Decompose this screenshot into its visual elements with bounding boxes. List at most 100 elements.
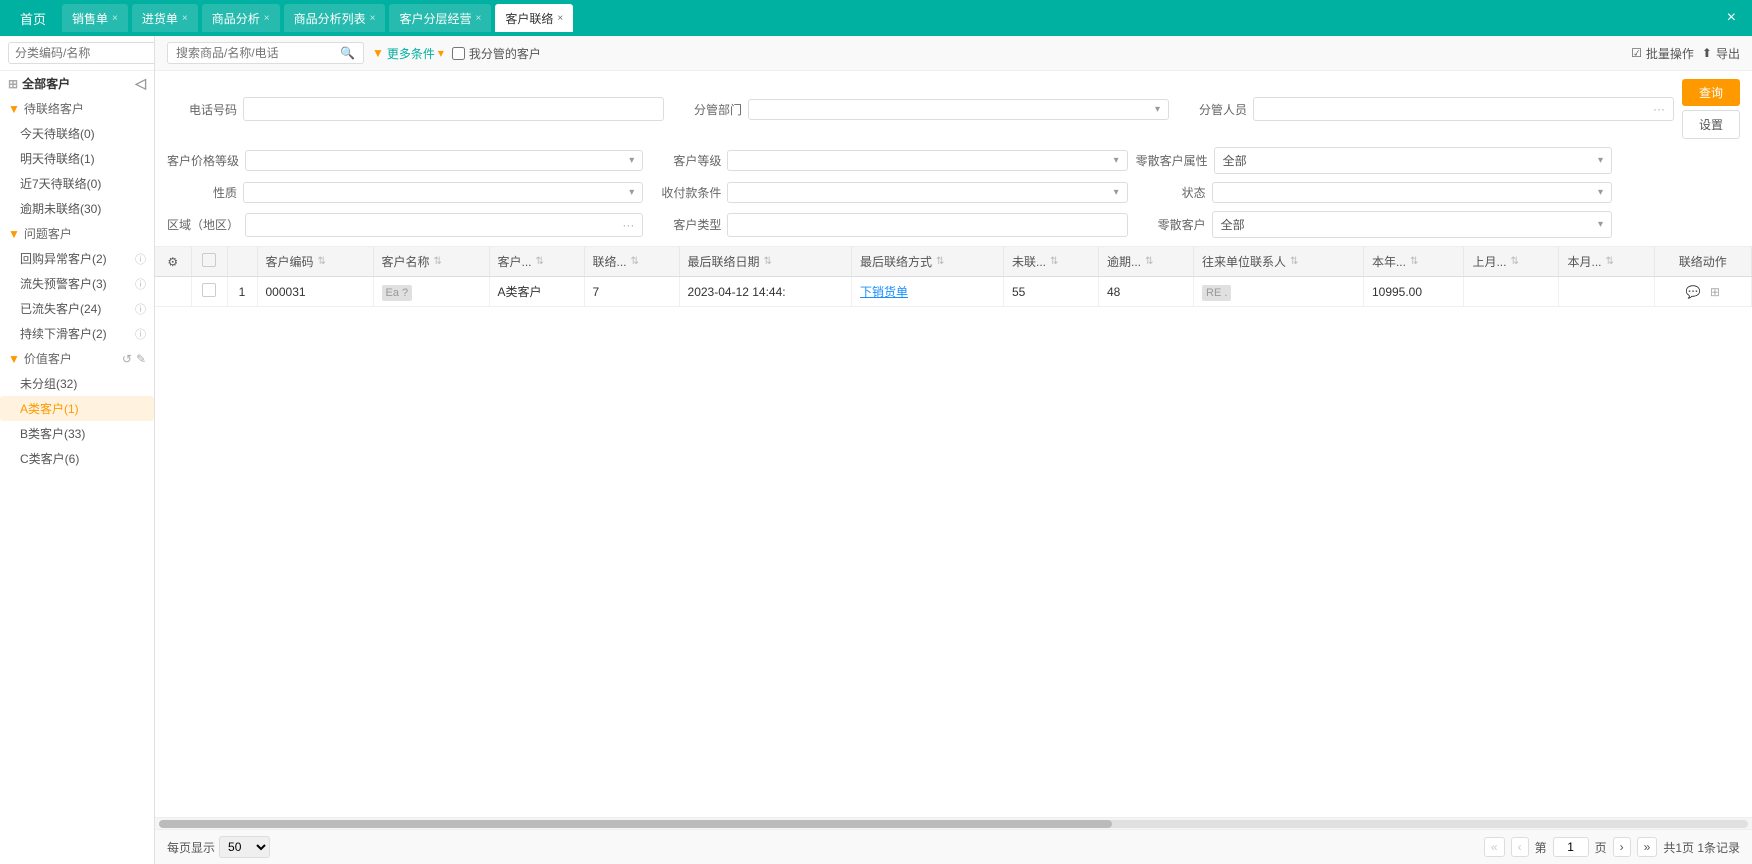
scrollbar-thumb[interactable] — [159, 820, 1112, 828]
nav-tab-customer-tier[interactable]: 客户分层经营 × — [389, 4, 491, 32]
adv-select-price-level[interactable]: ▾ — [245, 150, 643, 171]
nav-tab-customer-contact[interactable]: 客户联络 × — [495, 4, 573, 32]
sidebar-search-input[interactable] — [8, 42, 155, 64]
th-check[interactable] — [191, 247, 227, 277]
sidebar-item-class-c[interactable]: C类客户(6) — [0, 446, 154, 471]
adv-input-phone[interactable] — [243, 97, 664, 121]
adv-select-cust-level[interactable]: ▾ — [727, 150, 1127, 171]
adv-input-cust-type[interactable] — [727, 213, 1127, 237]
th-contact[interactable]: 联络... ⇅ — [584, 247, 679, 277]
th-last-month[interactable]: 上月... ⇅ — [1464, 247, 1559, 277]
th-cur-year[interactable]: 本年... ⇅ — [1363, 247, 1464, 277]
adv-select-dept[interactable]: ▾ — [748, 99, 1169, 120]
first-page-btn[interactable]: « — [1484, 837, 1505, 857]
adv-label-price-level: 客户价格等级 — [167, 152, 239, 169]
filter-more-btn[interactable]: ▼ 更多条件 ▾ — [372, 45, 444, 62]
nav-tab-sales[interactable]: 销售单 × — [62, 4, 128, 32]
query-button[interactable]: 查询 — [1682, 79, 1740, 106]
adv-select-nature[interactable]: ▾ — [243, 182, 643, 203]
sidebar-item-today[interactable]: 今天待联络(0) — [0, 121, 154, 146]
adv-select-manager[interactable]: ··· — [1253, 97, 1674, 121]
adv-select-retail[interactable]: 全部 ▾ — [1212, 211, 1612, 238]
settings-button[interactable]: 设置 — [1682, 110, 1740, 139]
th-name[interactable]: 客户名称 ⇅ — [373, 247, 489, 277]
info-icon4: ⓘ — [135, 326, 146, 342]
data-table-container: ⚙ 客户编码 ⇅ — [155, 247, 1752, 817]
export-btn[interactable]: ⬆ 导出 — [1702, 45, 1740, 62]
nav-home[interactable]: 首页 — [8, 9, 58, 28]
sidebar-item-class-a[interactable]: A类客户(1) — [0, 396, 154, 421]
th-unit-contact[interactable]: 往来单位联系人 ⇅ — [1194, 247, 1364, 277]
sidebar-item-7days[interactable]: 近7天待联络(0) — [0, 171, 154, 196]
adv-label-retail: 零散客户 — [1136, 216, 1206, 233]
sidebar-item-churn-warning[interactable]: 流失预警客户(3) ⓘ — [0, 271, 154, 296]
sidebar-item-churned[interactable]: 已流失客户(24) ⓘ — [0, 296, 154, 321]
filter-search-icon[interactable]: 🔍 — [340, 46, 355, 60]
current-page-input[interactable] — [1553, 837, 1589, 857]
td-last-method[interactable]: 下销货单 — [852, 277, 1004, 307]
adv-select-region[interactable]: ··· — [245, 213, 643, 237]
last-page-btn[interactable]: » — [1637, 837, 1658, 857]
sidebar-collapse-icon[interactable]: ◁ — [135, 75, 146, 92]
batch-op-btn[interactable]: ☑ 批量操作 — [1631, 45, 1694, 62]
adv-label-phone: 电话号码 — [167, 101, 237, 118]
nav-tab-customer-contact-close[interactable]: × — [557, 13, 563, 24]
sidebar-edit-icon[interactable]: ✎ — [136, 352, 146, 366]
nav-tab-customer-tier-close[interactable]: × — [475, 13, 481, 24]
horizontal-scrollbar[interactable] — [155, 817, 1752, 829]
select-all-checkbox[interactable] — [202, 253, 216, 267]
nav-tab-purchase[interactable]: 进货单 × — [132, 4, 198, 32]
nav-tab-analysis-list-close[interactable]: × — [370, 13, 376, 24]
sidebar-item-tomorrow[interactable]: 明天待联络(1) — [0, 146, 154, 171]
sidebar-refresh-icon[interactable]: ↺ — [122, 352, 132, 366]
adv-retail-attr-arrow: ▾ — [1598, 155, 1603, 166]
th-last-date[interactable]: 最后联络日期 ⇅ — [679, 247, 851, 277]
row-checkbox[interactable] — [202, 283, 216, 297]
adv-label-region: 区域（地区） — [167, 216, 239, 233]
footer-left: 每页显示 10 20 50 100 — [167, 836, 270, 858]
th-gear[interactable]: ⚙ — [155, 247, 191, 277]
nav-tab-sales-close[interactable]: × — [112, 13, 118, 24]
adv-field-dept: 分管部门 ▾ — [672, 99, 1169, 120]
adv-select-payment[interactable]: ▾ — [727, 182, 1127, 203]
sidebar-group-problem[interactable]: ▼ 问题客户 — [0, 221, 154, 246]
grid-action-icon[interactable]: ⊞ — [1710, 285, 1720, 299]
prev-page-btn[interactable]: ‹ — [1511, 837, 1529, 857]
adv-retail-attr-value: 全部 — [1223, 152, 1247, 169]
nav-tab-analysis[interactable]: 商品分析 × — [202, 4, 280, 32]
sidebar-arrow-icon2: ▼ — [8, 227, 20, 241]
nav-tab-purchase-close[interactable]: × — [182, 13, 188, 24]
th-level[interactable]: 客户... ⇅ — [489, 247, 584, 277]
th-code[interactable]: 客户编码 ⇅ — [257, 247, 373, 277]
page-size-selector: 每页显示 10 20 50 100 — [167, 836, 270, 858]
sidebar-group-value[interactable]: ▼ 价值客户 — [8, 350, 72, 367]
scrollbar-track[interactable] — [159, 820, 1748, 828]
chat-action-icon[interactable]: 💬 — [1686, 285, 1701, 299]
sidebar-item-unclassified[interactable]: 未分组(32) — [0, 371, 154, 396]
sidebar-all-customers[interactable]: ⊞ 全部客户 ◁ — [0, 71, 154, 96]
page-size-select[interactable]: 10 20 50 100 — [219, 836, 270, 858]
th-last-method[interactable]: 最后联络方式 ⇅ — [852, 247, 1004, 277]
gear-icon[interactable]: ⚙ — [167, 255, 178, 269]
my-customers-checkbox[interactable] — [452, 47, 465, 60]
sidebar-item-overdue[interactable]: 逾期未联络(30) — [0, 196, 154, 221]
sidebar-item-abnormal-repurchase[interactable]: 回购异常客户(2) ⓘ — [0, 246, 154, 271]
next-page-btn[interactable]: › — [1613, 837, 1631, 857]
th-cur-month[interactable]: 本月... ⇅ — [1559, 247, 1654, 277]
nav-tab-analysis-close[interactable]: × — [264, 13, 270, 24]
sidebar-item-class-b[interactable]: B类客户(33) — [0, 421, 154, 446]
adv-field-price-level: 客户价格等级 ▾ — [167, 150, 643, 171]
sidebar-item-declining[interactable]: 持续下滑客户(2) ⓘ — [0, 321, 154, 346]
my-customers-checkbox-label[interactable]: 我分管的客户 — [452, 45, 541, 62]
filter-search-input[interactable] — [176, 46, 336, 60]
window-close-button[interactable]: × — [1719, 9, 1744, 27]
adv-select-retail-attr[interactable]: 全部 ▾ — [1214, 147, 1612, 174]
sidebar-group-pending[interactable]: ▼ 待联络客户 — [0, 96, 154, 121]
nav-tab-analysis-list[interactable]: 商品分析列表 × — [284, 4, 386, 32]
filter-bar: 🔍 ▼ 更多条件 ▾ 我分管的客户 ☑ 批量操作 ⬆ 导出 — [155, 36, 1752, 71]
th-overdue[interactable]: 逾期... ⇅ — [1099, 247, 1194, 277]
last-method-link[interactable]: 下销货单 — [860, 285, 908, 299]
adv-select-status[interactable]: ▾ — [1212, 182, 1612, 203]
th-uncontact[interactable]: 未联... ⇅ — [1003, 247, 1098, 277]
td-check[interactable] — [191, 277, 227, 307]
